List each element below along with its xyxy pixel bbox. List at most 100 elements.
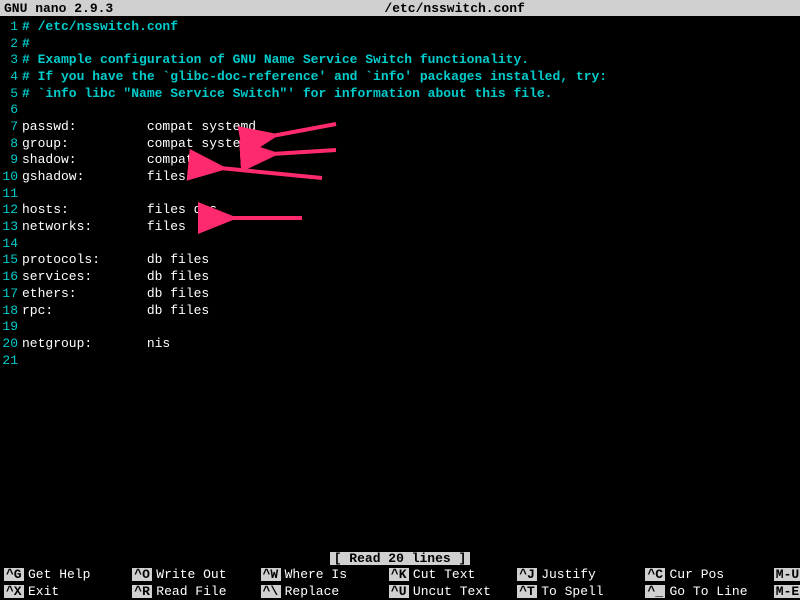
- line-number: 8: [0, 137, 22, 150]
- line-content: rpc: db files: [22, 304, 800, 317]
- line-number: 2: [0, 37, 22, 50]
- shortcut-item[interactable]: ^OWrite Out: [132, 568, 260, 581]
- line-number: 4: [0, 70, 22, 83]
- editor-line[interactable]: 7passwd: compat systemd: [0, 118, 800, 135]
- line-content: hosts: files dns: [22, 203, 800, 216]
- app-version: GNU nano 2.9.3: [4, 2, 113, 15]
- line-number: 9: [0, 153, 22, 166]
- line-number: 6: [0, 103, 22, 116]
- line-content: # Example configuration of GNU Name Serv…: [22, 53, 800, 66]
- line-number: 7: [0, 120, 22, 133]
- shortcut-label: Get Help: [28, 568, 90, 581]
- line-content: # If you have the `glibc-doc-reference' …: [22, 70, 800, 83]
- editor-line[interactable]: 1# /etc/nsswitch.conf: [0, 18, 800, 35]
- editor-line[interactable]: 20netgroup: nis: [0, 335, 800, 352]
- editor-line[interactable]: 9shadow: compat: [0, 152, 800, 169]
- line-number: 18: [0, 304, 22, 317]
- shortcut-label: Go To Line: [669, 585, 747, 598]
- shortcut-key: M-U: [774, 568, 800, 581]
- line-number: 15: [0, 253, 22, 266]
- line-content: #: [22, 37, 800, 50]
- shortcut-item[interactable]: ^J Justify: [517, 568, 645, 581]
- shortcut-label: Cut Text: [413, 568, 475, 581]
- line-number: 13: [0, 220, 22, 233]
- line-number: 1: [0, 20, 22, 33]
- line-content: # /etc/nsswitch.conf: [22, 20, 800, 33]
- shortcut-label: Write Out: [156, 568, 226, 581]
- shortcut-item[interactable]: ^\Replace: [261, 585, 389, 598]
- shortcut-key: ^J: [517, 568, 537, 581]
- shortcut-item[interactable]: ^T To Spell: [517, 585, 645, 598]
- editor-line[interactable]: 6: [0, 101, 800, 118]
- shortcut-item[interactable]: ^X Exit: [4, 585, 132, 598]
- editor-line[interactable]: 4# If you have the `glibc-doc-reference'…: [0, 68, 800, 85]
- shortcut-label: Cur Pos: [669, 568, 724, 581]
- line-number: 20: [0, 337, 22, 350]
- line-content: # `info libc "Name Service Switch"' for …: [22, 87, 800, 100]
- shortcut-item[interactable]: ^UUncut Text: [389, 585, 517, 598]
- editor-line[interactable]: 2#: [0, 35, 800, 52]
- line-number: 17: [0, 287, 22, 300]
- line-content: services: db files: [22, 270, 800, 283]
- editor-line[interactable]: 15protocols: db files: [0, 252, 800, 269]
- shortcut-item[interactable]: ^R Read File: [132, 585, 260, 598]
- shortcut-key: ^X: [4, 585, 24, 598]
- editor-line[interactable]: 16services: db files: [0, 268, 800, 285]
- shortcut-item[interactable]: ^W Where Is: [261, 568, 389, 581]
- shortcut-key: ^W: [261, 568, 281, 581]
- shortcut-label: Justify: [541, 568, 596, 581]
- shortcut-label: Replace: [285, 585, 340, 598]
- editor-line[interactable]: 14: [0, 235, 800, 252]
- line-number: 19: [0, 320, 22, 333]
- line-content: group: compat systemd: [22, 137, 800, 150]
- line-content: netgroup: nis: [22, 337, 800, 350]
- editor-line[interactable]: 21: [0, 352, 800, 369]
- title-bar: GNU nano 2.9.3 /etc/nsswitch.conf: [0, 0, 800, 16]
- shortcut-key: ^R: [132, 585, 152, 598]
- shortcut-key: ^G: [4, 568, 24, 581]
- shortcut-item[interactable]: ^G Get Help: [4, 568, 132, 581]
- line-content: gshadow: files: [22, 170, 800, 183]
- status-bar: [ Read 20 lines ]: [0, 550, 800, 566]
- file-name: /etc/nsswitch.conf: [113, 2, 796, 15]
- line-number: 14: [0, 237, 22, 250]
- shortcut-label: Uncut Text: [413, 585, 491, 598]
- line-content: protocols: db files: [22, 253, 800, 266]
- line-number: 11: [0, 187, 22, 200]
- shortcut-item[interactable]: ^_ Go To Line: [645, 585, 773, 598]
- shortcut-label: To Spell: [541, 585, 603, 598]
- editor-area[interactable]: 1# /etc/nsswitch.conf2#3# Example config…: [0, 16, 800, 564]
- editor-line[interactable]: 3# Example configuration of GNU Name Ser…: [0, 51, 800, 68]
- editor-line[interactable]: 18rpc: db files: [0, 302, 800, 319]
- shortcut-key: ^K: [389, 568, 409, 581]
- shortcut-key: ^T: [517, 585, 537, 598]
- shortcut-key: M-E: [774, 585, 800, 598]
- shortcut-item[interactable]: ^C Cur Pos: [645, 568, 773, 581]
- editor-line[interactable]: 8group: compat systemd: [0, 135, 800, 152]
- shortcut-label: Read File: [156, 585, 226, 598]
- line-number: 21: [0, 354, 22, 367]
- editor-line[interactable]: 5# `info libc "Name Service Switch"' for…: [0, 85, 800, 102]
- editor-line[interactable]: 11: [0, 185, 800, 202]
- line-content: shadow: compat: [22, 153, 800, 166]
- editor-line[interactable]: 17ethers: db files: [0, 285, 800, 302]
- shortcut-label: Where Is: [285, 568, 347, 581]
- line-number: 3: [0, 53, 22, 66]
- shortcut-label: Exit: [28, 585, 59, 598]
- shortcut-bar: ^G Get Help ^OWrite Out^W Where Is ^K Cut Tex…: [0, 566, 800, 600]
- shortcut-key: ^C: [645, 568, 665, 581]
- editor-line[interactable]: 12hosts: files dns: [0, 202, 800, 219]
- line-content: ethers: db files: [22, 287, 800, 300]
- shortcut-item[interactable]: M-UUndo: [774, 568, 800, 581]
- editor-line[interactable]: 10gshadow: files: [0, 168, 800, 185]
- editor-line[interactable]: 13networks: files: [0, 218, 800, 235]
- status-message: [ Read 20 lines ]: [330, 552, 471, 565]
- shortcut-key: ^_: [645, 585, 665, 598]
- editor-line[interactable]: 19: [0, 318, 800, 335]
- shortcut-item[interactable]: ^K Cut Text: [389, 568, 517, 581]
- line-number: 12: [0, 203, 22, 216]
- line-number: 10: [0, 170, 22, 183]
- line-content: networks: files: [22, 220, 800, 233]
- line-number: 16: [0, 270, 22, 283]
- shortcut-item[interactable]: M-ERedo: [774, 585, 800, 598]
